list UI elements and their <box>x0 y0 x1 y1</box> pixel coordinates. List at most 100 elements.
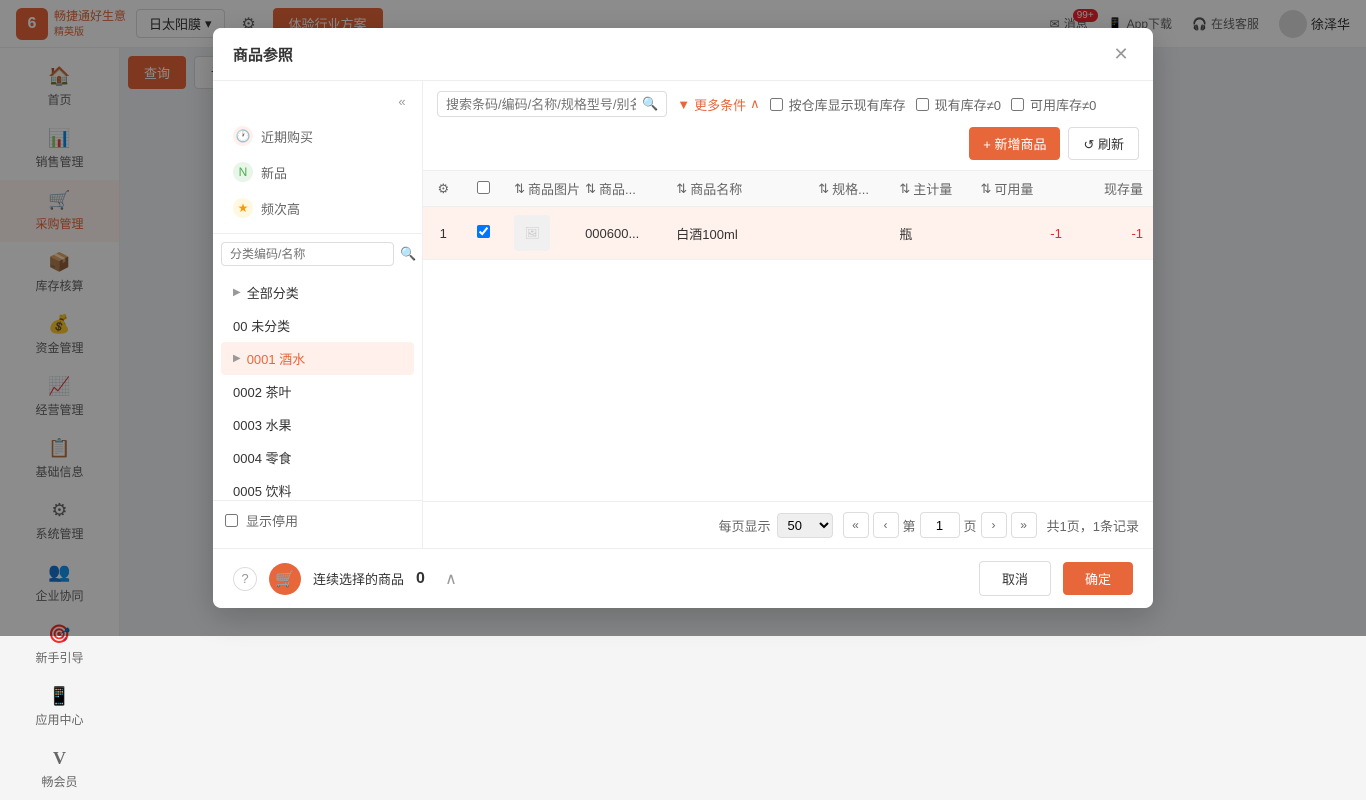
next-page-btn[interactable]: › <box>981 512 1007 538</box>
table-row[interactable]: 1 🖼 000600... <box>423 207 1153 260</box>
toolbar-actions: + 新增商品 ↺ 刷新 <box>969 127 1139 160</box>
img-col-label: 商品图片 <box>528 179 580 198</box>
current-stock-checkbox[interactable] <box>916 98 929 111</box>
category-0001-label: 0001 酒水 <box>247 349 306 368</box>
filter-collapse-icon: ∧ <box>750 96 760 112</box>
new-products-label: 新品 <box>261 163 287 182</box>
spec-col-label: 规格... <box>832 179 869 198</box>
cart-count: 0 <box>416 570 425 588</box>
row-code-cell: 000600... <box>575 207 666 260</box>
product-table: ⚙ ⇅商品图片 ⇅商品... <box>423 171 1153 260</box>
product-code: 000600... <box>585 226 639 241</box>
unit-col-label: 主计量 <box>913 179 952 198</box>
category-0005-label: 0005 饮料 <box>233 481 292 500</box>
category-0005[interactable]: 0005 饮料 <box>221 474 414 500</box>
more-conditions-btn[interactable]: ▼ 更多条件 ∧ <box>677 95 759 114</box>
cart-icon[interactable]: 🛒 <box>269 563 301 595</box>
tab-new-products[interactable]: N 新品 <box>221 155 414 189</box>
warehouse-stock-label[interactable]: 按仓库显示现有库存 <box>789 95 906 114</box>
img-sort-icon[interactable]: ⇅ <box>514 181 525 197</box>
current-stock-label[interactable]: 现有库存≠0 <box>935 95 1001 114</box>
modal-right-panel: 🔍 ▼ 更多条件 ∧ 按仓库显示现有库存 现有库存≠0 <box>423 81 1153 548</box>
col-settings: ⚙ <box>423 171 464 207</box>
spec-sort-icon[interactable]: ⇅ <box>818 181 829 197</box>
page-label: 第 <box>903 516 916 535</box>
warehouse-stock-checkbox[interactable] <box>770 98 783 111</box>
modal-title: 商品参照 <box>233 44 293 65</box>
category-0004[interactable]: 0004 零食 <box>221 441 414 474</box>
collapse-left-btn[interactable]: « <box>390 89 414 113</box>
name-col-label: 商品名称 <box>690 179 742 198</box>
col-available-header: ⇅可用量 <box>970 171 1071 207</box>
category-0002[interactable]: 0002 茶叶 <box>221 375 414 408</box>
show-disabled-label[interactable]: 显示停用 <box>246 511 298 530</box>
sidebar-item-member[interactable]: V 畅会员 <box>0 738 119 800</box>
active-arrow-icon: ▶ <box>233 353 241 364</box>
row-index: 1 <box>423 207 464 260</box>
page-nav: « ‹ 第 页 › » <box>843 512 1037 538</box>
first-page-btn[interactable]: « <box>843 512 869 538</box>
unit-sort-icon[interactable]: ⇅ <box>899 181 910 197</box>
product-unit: 瓶 <box>899 227 912 242</box>
right-toolbar: 🔍 ▼ 更多条件 ∧ 按仓库显示现有库存 现有库存≠0 <box>423 81 1153 171</box>
checkbox-warehouse: 按仓库显示现有库存 <box>770 95 906 114</box>
modal-left-footer: 显示停用 <box>213 500 422 540</box>
row-img-cell: 🖼 <box>504 207 575 260</box>
code-sort-icon[interactable]: ⇅ <box>585 181 596 197</box>
row-unit-cell: 瓶 <box>889 207 970 260</box>
category-0003[interactable]: 0003 水果 <box>221 408 414 441</box>
category-search-input[interactable] <box>221 242 394 266</box>
col-stock-header: 现存量 <box>1072 171 1153 207</box>
settings-col-icon[interactable]: ⚙ <box>437 181 449 196</box>
page-size-select[interactable]: 20 50 100 <box>777 513 833 538</box>
category-00[interactable]: 00 未分类 <box>221 309 414 342</box>
product-search-input[interactable] <box>446 97 636 112</box>
col-check <box>464 171 505 207</box>
col-code-header: ⇅商品... <box>575 171 666 207</box>
add-product-btn[interactable]: + 新增商品 <box>969 127 1060 160</box>
all-arrow-icon: ▶ <box>233 287 241 298</box>
page-number-input[interactable] <box>920 512 960 538</box>
product-search-icon[interactable]: 🔍 <box>642 96 658 112</box>
stock-col-label: 现存量 <box>1104 179 1143 198</box>
category-0001[interactable]: ▶ 0001 酒水 <box>221 342 414 375</box>
tab-frequent[interactable]: ★ 频次高 <box>221 191 414 225</box>
left-tabs: « 🕐 近期购买 N 新品 ★ 频次高 <box>213 89 422 234</box>
category-search-box: 🔍 <box>213 234 422 272</box>
product-name: 白酒100ml <box>676 227 737 242</box>
modal-left-panel: « 🕐 近期购买 N 新品 ★ 频次高 <box>213 81 423 548</box>
available-stock-checkbox[interactable] <box>1011 98 1024 111</box>
col-unit-header: ⇅主计量 <box>889 171 970 207</box>
show-disabled-checkbox[interactable] <box>225 514 238 527</box>
prev-page-btn[interactable]: ‹ <box>873 512 899 538</box>
help-btn[interactable]: ? <box>233 567 257 591</box>
new-icon: N <box>233 162 253 182</box>
confirm-btn[interactable]: 确定 <box>1063 562 1133 595</box>
col-name-header: ⇅商品名称 <box>666 171 808 207</box>
category-all[interactable]: ▶ 全部分类 <box>221 276 414 309</box>
sidebar-item-apps[interactable]: 📱 应用中心 <box>0 676 119 738</box>
footer-collapse-btn[interactable]: ∧ <box>437 565 465 593</box>
modal-close-button[interactable]: ✕ <box>1109 42 1133 66</box>
modal-body: « 🕐 近期购买 N 新品 ★ 频次高 <box>213 81 1153 548</box>
category-0002-label: 0002 茶叶 <box>233 382 292 401</box>
checkbox-available-stock: 可用库存≠0 <box>1011 95 1096 114</box>
cancel-btn[interactable]: 取消 <box>979 561 1051 596</box>
available-stock-label[interactable]: 可用库存≠0 <box>1030 95 1096 114</box>
row-stock-cell: -1 <box>1072 207 1153 260</box>
member-icon: V <box>53 748 66 769</box>
refresh-btn[interactable]: ↺ 刷新 <box>1068 127 1139 160</box>
available-col-label: 可用量 <box>994 179 1033 198</box>
last-page-btn[interactable]: » <box>1011 512 1037 538</box>
available-sort-icon[interactable]: ⇅ <box>980 181 991 197</box>
product-stock: -1 <box>1131 226 1143 241</box>
name-sort-icon[interactable]: ⇅ <box>676 181 687 197</box>
pagination: 每页显示 20 50 100 « ‹ 第 页 › <box>423 501 1153 548</box>
select-all-checkbox[interactable] <box>477 181 490 194</box>
product-search-field: 🔍 <box>437 91 667 117</box>
category-search-icon[interactable]: 🔍 <box>400 242 416 266</box>
modal-overlay: 商品参照 ✕ « 🕐 近期购买 N 新品 <box>0 0 1366 636</box>
tab-recent-purchase[interactable]: 🕐 近期购买 <box>221 119 414 153</box>
modal-footer: ? 🛒 连续选择的商品 0 ∧ 取消 确定 <box>213 548 1153 608</box>
row-select-checkbox[interactable] <box>477 225 490 238</box>
